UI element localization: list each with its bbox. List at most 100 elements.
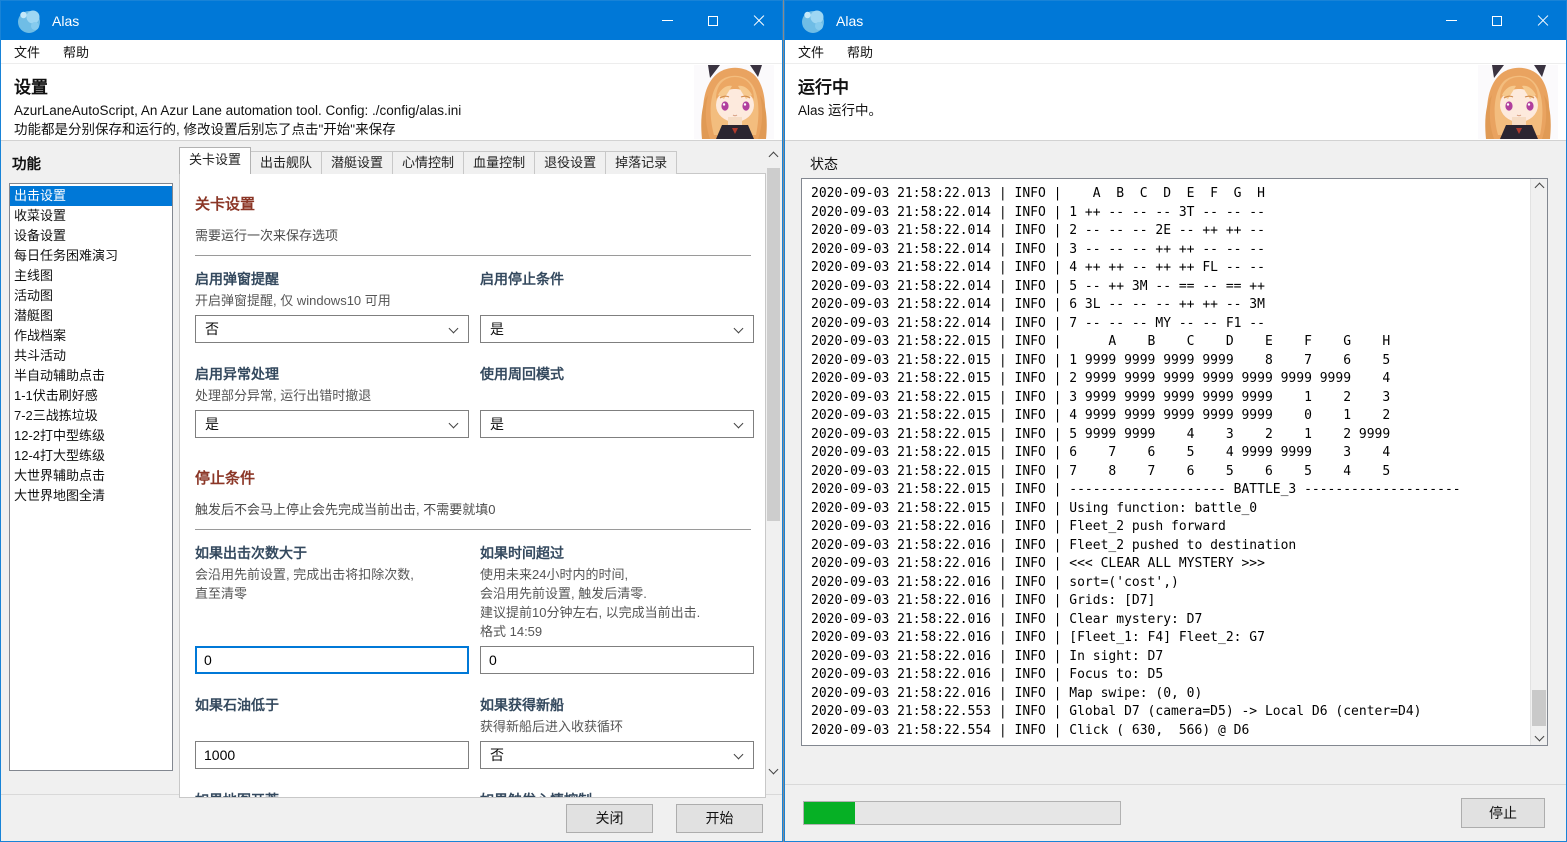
menu-file[interactable]: 文件: [11, 40, 43, 63]
stop-button[interactable]: 停止: [1461, 798, 1545, 828]
enable-popup-select[interactable]: 否: [195, 315, 469, 343]
tab-content-pane: 关卡设置 需要运行一次来保存选项 启用弹窗提醒 开启弹窗提醒, 仅 window…: [179, 173, 766, 798]
log-line: 2020-09-03 21:58:22.015 | INFO | 1 9999 …: [811, 352, 1527, 371]
sidebar-item[interactable]: 作战档案: [10, 326, 172, 346]
select-value: 是: [490, 319, 504, 339]
maximize-button[interactable]: [1474, 1, 1520, 40]
scroll-up-arrow[interactable]: [1531, 179, 1547, 196]
menu-file[interactable]: 文件: [795, 40, 827, 63]
sidebar-item[interactable]: 共斗活动: [10, 346, 172, 366]
tab[interactable]: 退役设置: [534, 151, 606, 174]
log-line: 2020-09-03 21:58:22.013 | INFO | A B C D…: [811, 185, 1527, 204]
scroll-up-arrow[interactable]: [766, 148, 781, 165]
field-description: 获得新船后进入收获循环: [480, 717, 754, 736]
tab[interactable]: 心情控制: [392, 151, 464, 174]
minimize-button[interactable]: [644, 1, 690, 40]
scrollbar-thumb[interactable]: [767, 168, 780, 521]
enable-stop-select[interactable]: 是: [480, 315, 754, 343]
close-button[interactable]: [736, 1, 782, 40]
sidebar-item[interactable]: 半自动辅助点击: [10, 366, 172, 386]
loop-mode-select[interactable]: 是: [480, 410, 754, 438]
log-line: 2020-09-03 21:58:22.015 | INFO | A B C D…: [811, 333, 1527, 352]
content-scrollbar[interactable]: [766, 148, 781, 778]
log-line: 2020-09-03 21:58:22.016 | INFO | Grids: …: [811, 592, 1527, 611]
tab[interactable]: 潜艇设置: [321, 151, 393, 174]
log-line: 2020-09-03 21:58:22.015 | INFO | 2 9999 …: [811, 370, 1527, 389]
sidebar-item[interactable]: 大世界辅助点击: [10, 466, 172, 486]
alas-logo-icon: [799, 7, 827, 35]
sidebar-item[interactable]: 7-2三战拣垃圾: [10, 406, 172, 426]
sidebar-item[interactable]: 收菜设置: [10, 206, 172, 226]
menu-help[interactable]: 帮助: [60, 40, 92, 63]
log-line: 2020-09-03 21:58:22.014 | INFO | 1 ++ --…: [811, 204, 1527, 223]
log-line: 2020-09-03 21:58:22.016 | INFO | Map swi…: [811, 685, 1527, 704]
chevron-down-icon: [1534, 732, 1544, 742]
if-oil-lower-input[interactable]: [195, 741, 469, 769]
scrollbar-thumb[interactable]: [1532, 690, 1546, 726]
section-description: 需要运行一次来保存选项: [195, 225, 751, 244]
sidebar-item[interactable]: 大世界地图全清: [10, 486, 172, 506]
log-line: 2020-09-03 21:58:22.016 | INFO | In sigh…: [811, 648, 1527, 667]
field-enable-popup: 启用弹窗提醒 开启弹窗提醒, 仅 windows10 可用 否: [195, 269, 469, 364]
exception-select[interactable]: 是: [195, 410, 469, 438]
title-bar: Alas: [1, 1, 782, 40]
close-icon: [1537, 15, 1549, 27]
start-button[interactable]: 开始: [676, 804, 763, 833]
sidebar-item[interactable]: 每日任务困难演习: [10, 246, 172, 266]
sidebar-item[interactable]: 设备设置: [10, 226, 172, 246]
select-value: 否: [205, 319, 219, 339]
close-button[interactable]: [1520, 1, 1566, 40]
if-new-ship-select[interactable]: 否: [480, 741, 754, 769]
if-time-exceed-input[interactable]: [480, 646, 754, 674]
scroll-down-arrow[interactable]: [766, 761, 781, 778]
maximize-button[interactable]: [690, 1, 736, 40]
chevron-down-icon: [449, 419, 459, 429]
minimize-icon: [1446, 20, 1457, 21]
window-title: Alas: [52, 13, 79, 29]
field-label: 如果石油低于: [195, 695, 469, 715]
page-header: 设置 AzurLaneAutoScript, An Azur Lane auto…: [1, 64, 782, 141]
if-count-greater-input[interactable]: [195, 646, 469, 674]
tab-bar: 关卡设置出击舰队潜艇设置心情控制血量控制退役设置掉落记录: [179, 148, 676, 174]
tab[interactable]: 掉落记录: [605, 151, 677, 174]
field-description: 开启弹窗提醒, 仅 windows10 可用: [195, 291, 469, 310]
select-value: 是: [490, 414, 504, 434]
log-line: 2020-09-03 21:58:22.014 | INFO | 3 -- --…: [811, 241, 1527, 260]
field-label: 如果地图开荒: [195, 790, 469, 798]
menu-help[interactable]: 帮助: [844, 40, 876, 63]
field-label: 如果出击次数大于: [195, 543, 469, 563]
field-if-emotion-control: 如果触发心情控制 若是, 等待回复, 完成本次, 停止: [480, 790, 754, 798]
minimize-button[interactable]: [1428, 1, 1474, 40]
maximize-icon: [708, 16, 718, 26]
tab[interactable]: 出击舰队: [250, 151, 322, 174]
close-settings-button[interactable]: 关闭: [566, 804, 653, 833]
sidebar-heading: 功能: [12, 153, 41, 174]
sidebar-item[interactable]: 12-2打中型练级: [10, 426, 172, 446]
sidebar-item[interactable]: 出击设置: [10, 186, 172, 206]
section-description: 触发后不会马上停止会先完成当前出击, 不需要就填0: [195, 499, 751, 518]
field-if-map-clear: 如果地图开荒: [195, 790, 469, 798]
log-line: 2020-09-03 21:58:22.014 | INFO | 6 3L --…: [811, 296, 1527, 315]
tab[interactable]: 血量控制: [463, 151, 535, 174]
log-lines: 2020-09-03 21:58:22.013 | INFO | A B C D…: [811, 185, 1527, 745]
runner-window: Alas 文件 帮助 运行中 Alas 运行中。: [784, 0, 1567, 842]
sidebar-item[interactable]: 活动图: [10, 286, 172, 306]
scroll-down-arrow[interactable]: [1531, 728, 1547, 745]
sidebar-item[interactable]: 主线图: [10, 266, 172, 286]
field-if-new-ship: 如果获得新船 获得新船后进入收获循环 否: [480, 695, 754, 790]
log-line: 2020-09-03 21:58:22.014 | INFO | 5 -- ++…: [811, 278, 1527, 297]
sidebar-item[interactable]: 潜艇图: [10, 306, 172, 326]
field-label: 如果时间超过: [480, 543, 754, 563]
maximize-icon: [1492, 16, 1502, 26]
log-scrollbar[interactable]: [1530, 179, 1547, 745]
divider: [195, 255, 751, 256]
page-title: 运行中: [798, 73, 1471, 98]
sidebar-item[interactable]: 12-4打大型练级: [10, 446, 172, 466]
title-bar: Alas: [785, 1, 1566, 40]
tab[interactable]: 关卡设置: [179, 147, 251, 174]
field-enable-stop: 启用停止条件 是: [480, 269, 754, 364]
page-subtitle-1: AzurLaneAutoScript, An Azur Lane automat…: [14, 101, 687, 120]
sidebar-item[interactable]: 1-1伏击刷好感: [10, 386, 172, 406]
log-line: 2020-09-03 21:58:22.016 | INFO | Focus t…: [811, 666, 1527, 685]
log-line: 2020-09-03 21:58:22.014 | INFO | 7 -- --…: [811, 315, 1527, 334]
